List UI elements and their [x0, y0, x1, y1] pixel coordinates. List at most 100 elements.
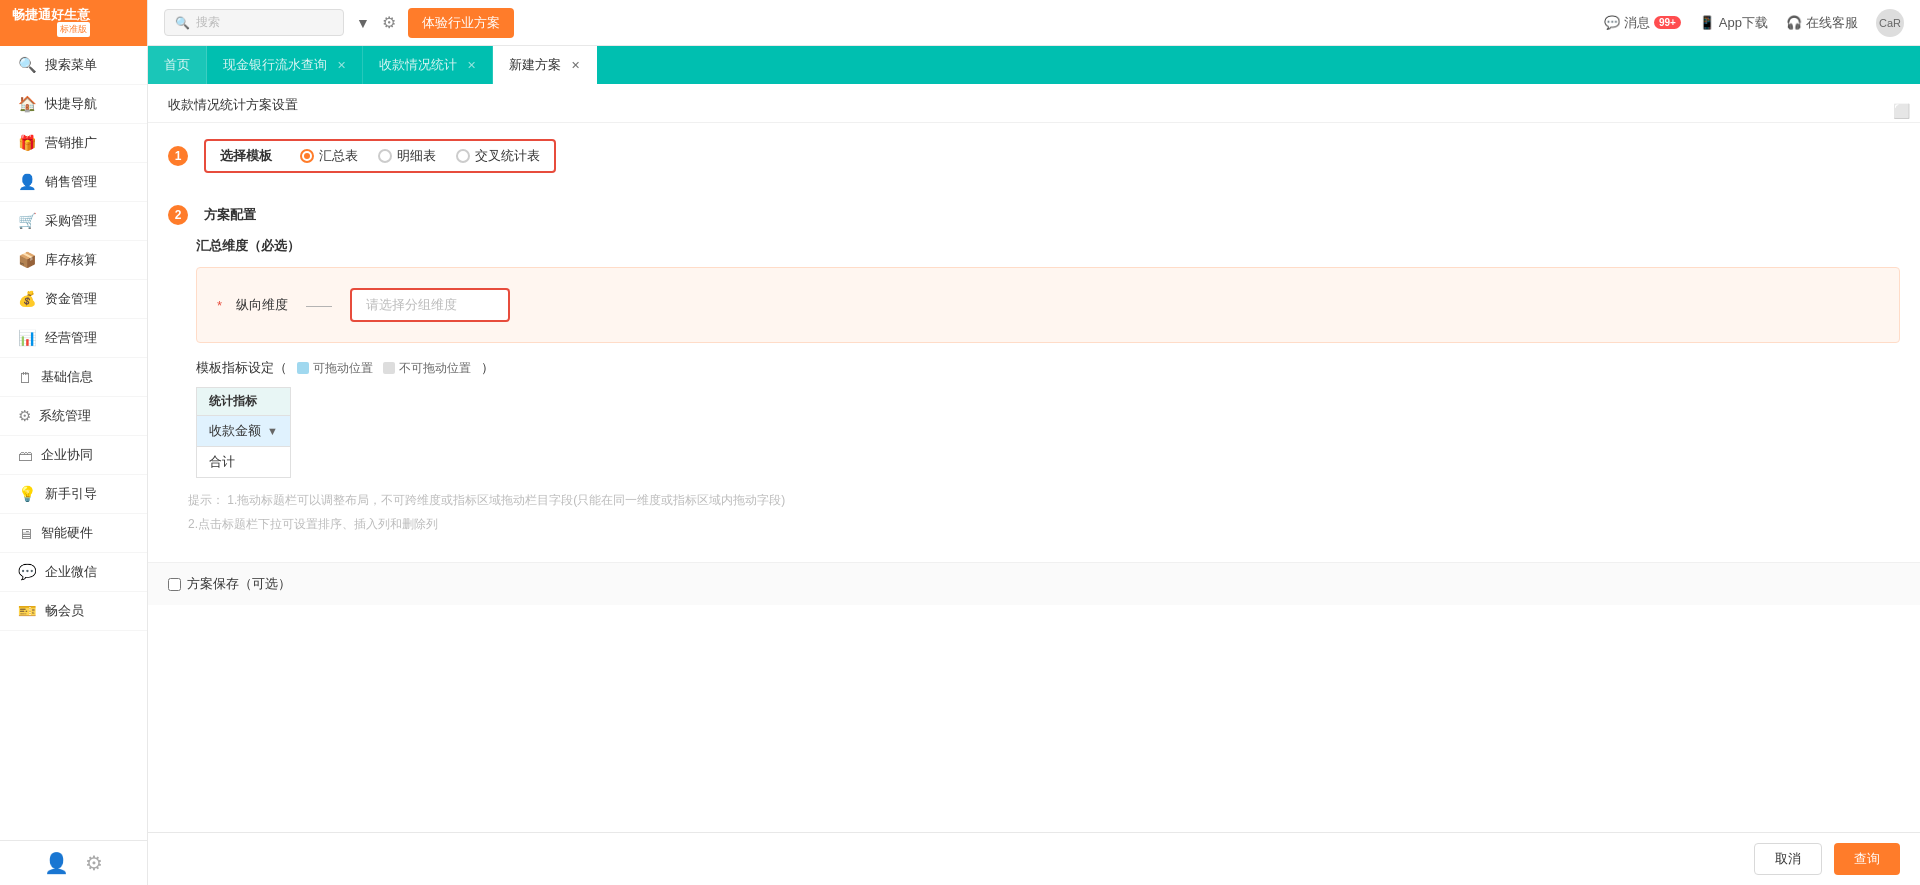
sidebar-bottom-icon-right[interactable]: ⚙ [85, 851, 103, 875]
marketing-icon: 🎁 [18, 134, 37, 152]
cancel-button[interactable]: 取消 [1754, 843, 1822, 875]
indicator-cell-amount[interactable]: 收款金额 ▼ [197, 416, 290, 447]
tab-home-label: 首页 [164, 56, 190, 74]
indicator-title-close: ） [481, 359, 494, 377]
smart-hw-icon: 🖥 [18, 525, 33, 542]
radio-cross[interactable]: 交叉统计表 [456, 147, 540, 165]
sidebar-item-system[interactable]: ⚙ 系统管理 [0, 397, 147, 436]
save-checkbox[interactable] [168, 578, 181, 591]
search-menu-icon: 🔍 [18, 56, 37, 74]
sidebar-logo-badge: 标准版 [57, 22, 90, 37]
dim-dropdown[interactable]: 请选择分组维度 [350, 288, 510, 322]
sidebar-item-label: 经营管理 [45, 329, 97, 347]
sidebar-item-wechat[interactable]: 💬 企业微信 [0, 553, 147, 592]
tab-bank-flow-close[interactable]: ✕ [337, 59, 346, 72]
sidebar-logo-name: 畅捷通好生意 [12, 7, 90, 23]
sidebar-item-finance[interactable]: 💰 资金管理 [0, 280, 147, 319]
indicator-cell-total: 合计 [197, 447, 290, 477]
vertical-dim-label: 纵向维度 [236, 296, 288, 314]
message-icon: 💬 [1604, 15, 1620, 30]
tabs-container: 首页 现金银行流水查询 ✕ 收款情况统计 ✕ 新建方案 ✕ ✕ ⬜ [148, 46, 1920, 84]
inventory-icon: 📦 [18, 251, 37, 269]
sidebar-item-label: 基础信息 [41, 368, 93, 386]
sidebar-bottom-icon-left[interactable]: 👤 [44, 851, 69, 875]
tab-collection-stats-label: 收款情况统计 [379, 56, 457, 74]
dim-arrow: —— [306, 298, 332, 313]
tab-new-plan[interactable]: 新建方案 ✕ [493, 46, 597, 84]
sidebar-logo: 畅捷通好生意 标准版 [0, 0, 147, 46]
trial-button[interactable]: 体验行业方案 [408, 8, 514, 38]
dim-row: * 纵向维度 —— 请选择分组维度 [217, 288, 1879, 322]
fixed-dot [383, 362, 395, 374]
sidebar-item-label: 企业微信 [45, 563, 97, 581]
radio-summary-label: 汇总表 [319, 147, 358, 165]
service-icon: 🎧 [1786, 15, 1802, 30]
template-select-box: 选择模板 汇总表 明细表 [204, 139, 556, 173]
tip1: 提示： 1.拖动标题栏可以调整布局，不可跨维度或指标区域拖动栏目字段(只能在同一… [188, 488, 1880, 512]
window-maximize-button[interactable]: ⬜ [1893, 103, 1910, 119]
step2-badge: 2 [168, 205, 188, 225]
chevron-down-icon: ▼ [267, 425, 278, 437]
tab-home[interactable]: 首页 [148, 46, 207, 84]
online-service-label: 在线客服 [1806, 14, 1858, 32]
legend-fixed-label: 不可拖动位置 [399, 360, 471, 377]
tab-collection-stats-close[interactable]: ✕ [467, 59, 476, 72]
content-area: 收款情况统计方案设置 1 选择模板 汇总表 [148, 84, 1920, 832]
window-close-button[interactable]: ✕ [1873, 103, 1885, 119]
radio-cross-dot [456, 149, 470, 163]
page-content: 收款情况统计方案设置 1 选择模板 汇总表 [148, 84, 1920, 832]
message-item[interactable]: 💬 消息 99+ [1604, 14, 1681, 32]
sidebar-item-guide[interactable]: 💡 新手引导 [0, 475, 147, 514]
sales-icon: 👤 [18, 173, 37, 191]
sidebar-item-member[interactable]: 🎫 畅会员 [0, 592, 147, 631]
sidebar-item-label: 搜索菜单 [45, 56, 97, 74]
search-icon: 🔍 [175, 16, 190, 30]
page-title: 收款情况统计方案设置 [168, 97, 298, 112]
enterprise-icon: 🗃 [18, 447, 33, 464]
legend-movable: 可拖动位置 [297, 360, 373, 377]
app-download-item[interactable]: 📱 App下载 [1699, 14, 1768, 32]
search-dropdown-button[interactable]: ▼ [356, 15, 370, 31]
user-avatar[interactable]: CaR [1876, 9, 1904, 37]
required-mark: * [217, 298, 222, 313]
query-button[interactable]: 查询 [1834, 843, 1900, 875]
sidebar-item-smart-hw[interactable]: 🖥 智能硬件 [0, 514, 147, 553]
radio-summary-dot [300, 149, 314, 163]
app-download-label: App下载 [1719, 14, 1768, 32]
member-icon: 🎫 [18, 602, 37, 620]
purchase-icon: 🛒 [18, 212, 37, 230]
indicator-title: 模板指标设定（ [196, 359, 287, 377]
online-service-item[interactable]: 🎧 在线客服 [1786, 14, 1858, 32]
sidebar-item-basic-info[interactable]: 🗒 基础信息 [0, 358, 147, 397]
sidebar-item-search-menu[interactable]: 🔍 搜索菜单 [0, 46, 147, 85]
window-controls: ✕ ⬜ [1863, 92, 1920, 130]
gear-icon[interactable]: ⚙ [382, 13, 396, 32]
tab-collection-stats[interactable]: 收款情况统计 ✕ [363, 46, 493, 84]
tabs-bar: 首页 现金银行流水查询 ✕ 收款情况统计 ✕ 新建方案 ✕ [148, 46, 1920, 84]
radio-detail[interactable]: 明细表 [378, 147, 436, 165]
sidebar-item-sales[interactable]: 👤 销售管理 [0, 163, 147, 202]
sidebar-item-marketing[interactable]: 🎁 营销推广 [0, 124, 147, 163]
step2-section: 2 方案配置 汇总维度（必选） * 纵向维度 —— 请选择分组 [148, 205, 1920, 562]
radio-detail-dot [378, 149, 392, 163]
sidebar-item-label: 系统管理 [39, 407, 91, 425]
sidebar-item-enterprise[interactable]: 🗃 企业协同 [0, 436, 147, 475]
tip2: 2.点击标题栏下拉可设置排序、插入列和删除列 [188, 512, 1880, 536]
page-header: 收款情况统计方案设置 [148, 84, 1920, 123]
sidebar-item-purchase[interactable]: 🛒 采购管理 [0, 202, 147, 241]
sidebar-item-operation[interactable]: 📊 经营管理 [0, 319, 147, 358]
sidebar-item-label: 企业协同 [41, 446, 93, 464]
sidebar-item-inventory[interactable]: 📦 库存核算 [0, 241, 147, 280]
footer-bar: 取消 查询 [148, 832, 1920, 885]
radio-summary[interactable]: 汇总表 [300, 147, 358, 165]
sidebar-item-label: 快捷导航 [45, 95, 97, 113]
tab-new-plan-close[interactable]: ✕ [571, 59, 580, 72]
save-option: 方案保存（可选） [148, 562, 1920, 605]
main-area: 🔍 搜索 ▼ ⚙ 体验行业方案 💬 消息 99+ 📱 App下载 🎧 在线客服 … [148, 0, 1920, 885]
step1-label: 选择模板 [220, 147, 272, 165]
tab-new-plan-label: 新建方案 [509, 56, 561, 74]
tab-bank-flow[interactable]: 现金银行流水查询 ✕ [207, 46, 363, 84]
search-bar[interactable]: 🔍 搜索 [164, 9, 344, 36]
user-name: CaR [1879, 17, 1901, 29]
sidebar-item-quick-nav[interactable]: 🏠 快捷导航 [0, 85, 147, 124]
